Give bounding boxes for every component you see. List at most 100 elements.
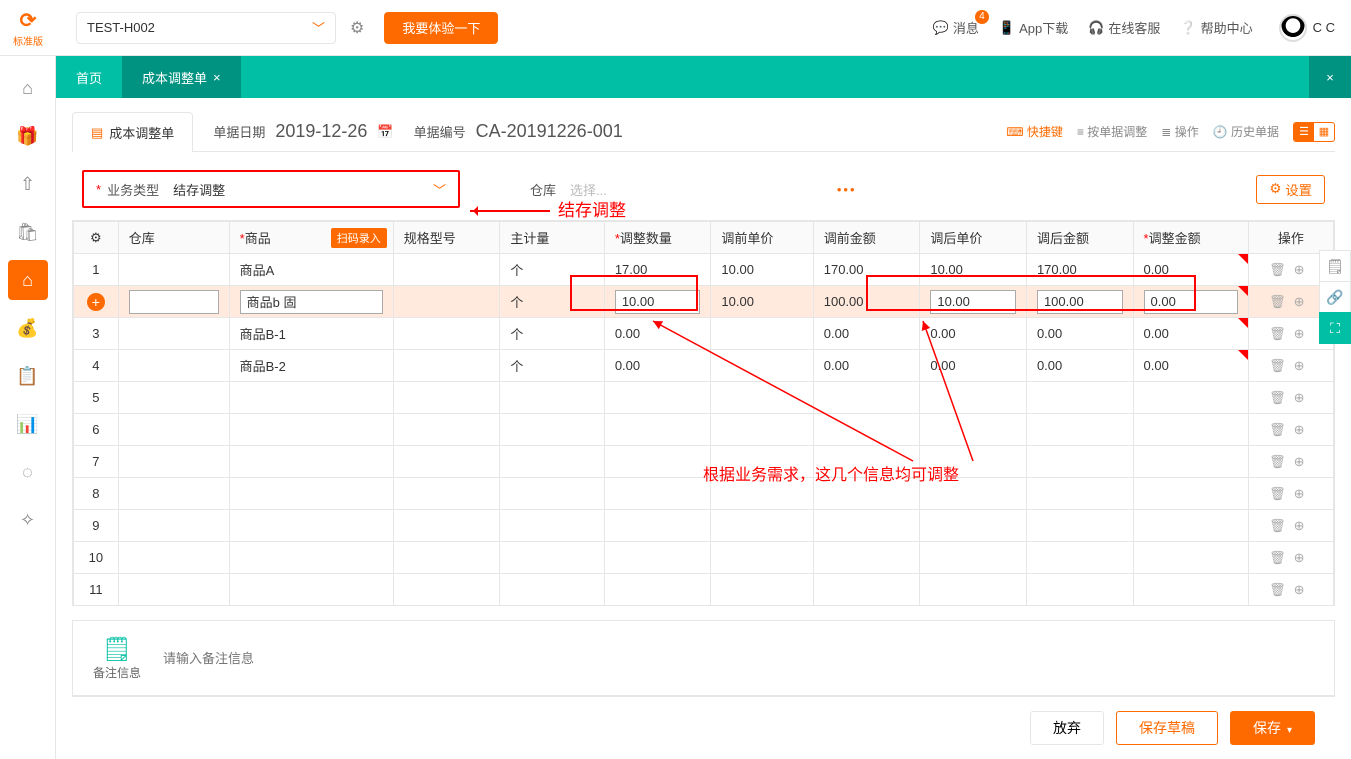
copy-icon[interactable]: ⊕ <box>1294 582 1313 597</box>
warehouse-label: 仓库 <box>530 180 556 199</box>
tab-cost-adjustment[interactable]: 成本调整单× <box>122 56 241 98</box>
link-icon[interactable]: 🔗 <box>1319 281 1351 313</box>
delete-icon[interactable]: 🗑 <box>1269 422 1294 437</box>
table-row[interactable]: 3商品B-1个0.000.000.000.000.00🗑⊕ <box>74 318 1334 350</box>
sidebar-warehouse-icon[interactable]: ⌂ <box>8 260 48 300</box>
logo-icon: ⟳ <box>0 8 56 33</box>
chevron-down-icon: ﹀ <box>433 180 446 199</box>
copy-icon[interactable]: ⊕ <box>1294 454 1313 469</box>
copy-icon[interactable]: ⊕ <box>1294 486 1313 501</box>
table-row[interactable]: 9🗑⊕ <box>74 510 1334 542</box>
warehouse-input[interactable] <box>129 290 219 314</box>
delete-icon[interactable]: 🗑 <box>1269 518 1294 533</box>
add-row-icon[interactable]: + <box>87 293 105 311</box>
table-row[interactable]: 4商品B-2个0.000.000.000.000.00🗑⊕ <box>74 350 1334 382</box>
tabs-close-all[interactable]: × <box>1309 56 1351 98</box>
try-button[interactable]: 我要体验一下 <box>384 12 498 44</box>
app-download-link[interactable]: 📱App下载 <box>999 18 1068 37</box>
form-row: * 业务类型 结存调整 ﹀ 仓库 选择... ••• ⚙设置 结存调整 <box>72 152 1335 220</box>
col-unit: 主计量 <box>500 222 604 254</box>
history-link[interactable]: 🕘 历史单据 <box>1213 123 1279 140</box>
save-draft-button[interactable]: 保存草稿 <box>1116 711 1218 745</box>
copy-icon[interactable]: ⊕ <box>1294 422 1313 437</box>
postprice-input[interactable]: 10.00 <box>930 290 1016 314</box>
delete-icon[interactable]: 🗑 <box>1269 326 1294 341</box>
scan-tag[interactable]: 扫码录入 <box>331 228 387 248</box>
postamt-input[interactable]: 100.00 <box>1037 290 1123 314</box>
date-label: 单据日期 <box>213 122 265 141</box>
table-row[interactable]: 5🗑⊕ <box>74 382 1334 414</box>
byorder-link[interactable]: ≡ 按单据调整 <box>1077 123 1147 140</box>
table-row[interactable]: 10🗑⊕ <box>74 542 1334 574</box>
calendar-icon[interactable]: 📅 <box>377 124 393 140</box>
sidebar-clipboard-icon[interactable]: 📋 <box>8 356 48 396</box>
copy-icon[interactable]: ⊕ <box>1294 326 1313 341</box>
copy-icon[interactable]: ⊕ <box>1294 518 1313 533</box>
table-row[interactable]: 6🗑⊕ <box>74 414 1334 446</box>
gear-icon[interactable]: ⚙ <box>350 18 364 38</box>
copy-icon[interactable]: ⊕ <box>1294 358 1313 373</box>
expand-icon[interactable]: ⛶ <box>1319 312 1351 344</box>
table-row[interactable]: +商品b 固个10.0010.00100.0010.00100.000.00🗑⊕ <box>74 286 1334 318</box>
right-float-bar: 🗒 🔗 ⛶ <box>1319 250 1351 343</box>
business-type-select[interactable]: * 业务类型 结存调整 ﹀ <box>82 170 460 208</box>
col-qty: *调整数量 <box>604 222 711 254</box>
service-link[interactable]: 🎧在线客服 <box>1088 18 1160 37</box>
note-icon[interactable]: 🗒 <box>1319 250 1351 282</box>
delete-icon[interactable]: 🗑 <box>1269 358 1294 373</box>
business-type-value: 结存调整 <box>173 180 225 199</box>
remarks-section: 🗒 备注信息 <box>72 620 1335 696</box>
delete-icon[interactable]: 🗑 <box>1269 294 1294 309</box>
message-icon: 💬 <box>933 20 949 36</box>
settings-button[interactable]: ⚙设置 <box>1256 175 1325 204</box>
copy-icon[interactable]: ⊕ <box>1294 262 1313 277</box>
remarks-input[interactable] <box>161 650 1314 667</box>
sidebar-gift-icon[interactable]: 🎁 <box>8 116 48 156</box>
delete-icon[interactable]: 🗑 <box>1269 454 1294 469</box>
date-value[interactable]: 2019-12-26 <box>275 121 367 142</box>
delete-icon[interactable]: 🗑 <box>1269 390 1294 405</box>
delete-icon[interactable]: 🗑 <box>1269 262 1294 277</box>
avatar[interactable] <box>1279 14 1307 42</box>
save-button[interactable]: 保存▾ <box>1230 711 1315 745</box>
username: C C <box>1313 20 1335 35</box>
more-dots-icon[interactable]: ••• <box>837 182 857 197</box>
messages-link[interactable]: 💬 消息 4 <box>933 18 979 37</box>
company-select[interactable]: TEST-H002 ﹀ <box>76 12 336 44</box>
discard-button[interactable]: 放弃 <box>1030 711 1104 745</box>
sidebar-up-icon[interactable]: ⇧ <box>8 164 48 204</box>
view-toggle[interactable]: ☰ ▦ <box>1293 122 1335 142</box>
messages-badge: 4 <box>975 10 989 24</box>
adjamt-input[interactable]: 0.00 <box>1144 290 1238 314</box>
delete-icon[interactable]: 🗑 <box>1269 550 1294 565</box>
gear-header-icon[interactable]: ⚙ <box>74 222 119 254</box>
table-row[interactable]: 11🗑⊕ <box>74 574 1334 606</box>
product-input[interactable]: 商品b 固 <box>240 290 383 314</box>
sidebar-new-icon[interactable]: ✧ <box>8 500 48 540</box>
copy-icon[interactable]: ⊕ <box>1294 390 1313 405</box>
delete-icon[interactable]: 🗑 <box>1269 582 1294 597</box>
copy-icon[interactable]: ⊕ <box>1294 294 1313 309</box>
copy-icon[interactable]: ⊕ <box>1294 550 1313 565</box>
table-row[interactable]: 1商品A个17.0010.00170.0010.00170.000.00🗑⊕ <box>74 254 1334 286</box>
tab-home[interactable]: 首页 <box>56 56 122 98</box>
col-ops: 操作 <box>1248 222 1333 254</box>
view-list-icon[interactable]: ☰ <box>1294 123 1314 141</box>
delete-icon[interactable]: 🗑 <box>1269 486 1294 501</box>
ops-link[interactable]: ≣ 操作 <box>1161 123 1198 140</box>
close-icon[interactable]: × <box>213 70 221 85</box>
remarks-label: 备注信息 <box>93 664 141 681</box>
document-icon: ▤ <box>91 125 103 141</box>
sidebar-home-icon[interactable]: ⌂ <box>8 68 48 108</box>
sidebar: ⌂ 🎁 ⇧ 🛍 ⌂ 💰 📋 📊 ◌ ✧ <box>0 56 56 759</box>
qty-input[interactable]: 10.00 <box>615 290 701 314</box>
shortcut-link[interactable]: ⌨ 快捷键 <box>1006 123 1063 140</box>
sidebar-bag-icon[interactable]: 🛍 <box>8 212 48 252</box>
sidebar-sync-icon[interactable]: ◌ <box>8 452 48 492</box>
sidebar-money-icon[interactable]: 💰 <box>8 308 48 348</box>
document-tab[interactable]: ▤ 成本调整单 <box>72 112 193 152</box>
sidebar-report-icon[interactable]: 📊 <box>8 404 48 444</box>
view-grid-icon[interactable]: ▦ <box>1314 123 1334 141</box>
help-link[interactable]: ❔帮助中心 <box>1180 18 1252 37</box>
col-postprice: 调后单价 <box>920 222 1027 254</box>
